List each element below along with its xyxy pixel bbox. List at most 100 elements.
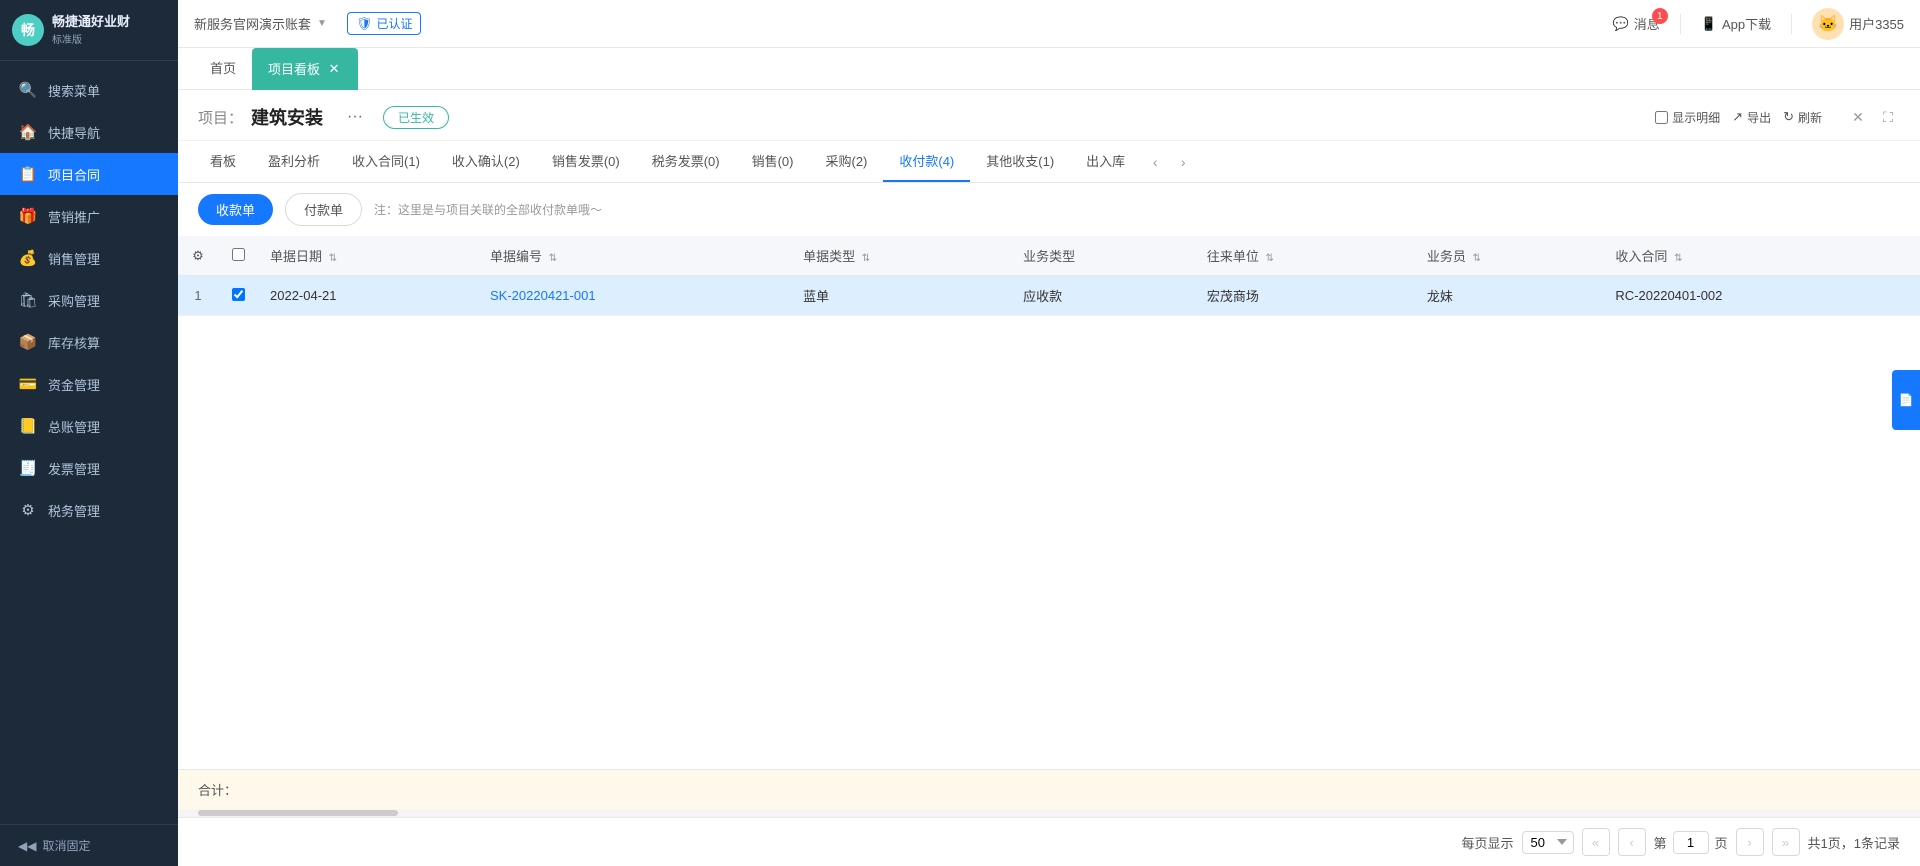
sub-nav-item-purchase[interactable]: 采购(2): [809, 141, 883, 182]
prev-page-button[interactable]: ‹: [1618, 828, 1646, 856]
refresh-label: 刷新: [1798, 109, 1822, 126]
refresh-button[interactable]: ↻ 刷新: [1783, 109, 1822, 126]
scrollbar-thumb[interactable]: [198, 810, 398, 816]
window-close-button[interactable]: ✕: [1846, 105, 1870, 129]
unpin-label: 取消固定: [42, 837, 90, 854]
row-income-contract-cell: RC-20220401-002: [1603, 276, 1920, 316]
row-number-cell[interactable]: SK-20220421-001: [478, 276, 791, 316]
phone-icon: 📱: [1701, 16, 1717, 32]
next-page-button[interactable]: ›: [1736, 828, 1764, 856]
sub-nav-left-arrow[interactable]: ‹: [1141, 148, 1169, 176]
marketing-icon: 🎁: [18, 206, 38, 226]
app-download-button[interactable]: 📱 App下载: [1701, 14, 1771, 33]
sidebar-app-title: 畅捷通好业财: [52, 14, 130, 31]
sidebar-item-marketing[interactable]: 🎁 营销推广: [0, 195, 178, 237]
tab-close-button[interactable]: ✕: [326, 61, 342, 77]
account-selector[interactable]: 新服务官网演示账套 ▼: [194, 14, 327, 33]
message-button[interactable]: 💬 消息 1: [1613, 14, 1660, 33]
ledger-icon: 📒: [18, 416, 38, 436]
partner-header-label: 往来单位: [1207, 249, 1259, 264]
sub-nav-item-income-contract[interactable]: 收入合同(1): [336, 141, 436, 182]
pagination: 每页显示 50 10 20 100 « ‹ 第 页: [178, 817, 1920, 866]
tab-home-label: 首页: [210, 58, 236, 77]
row-date-cell: 2022-04-21: [258, 276, 478, 316]
biz-type-column-header: 业务类型: [1011, 236, 1195, 276]
number-header-label: 单据编号: [490, 249, 542, 264]
horizontal-scrollbar[interactable]: [178, 809, 1920, 817]
last-page-button[interactable]: »: [1772, 828, 1800, 856]
sidebar-item-capital[interactable]: 💳 资金管理: [0, 363, 178, 405]
payment-order-button[interactable]: 付款单: [285, 193, 362, 226]
income-contract-column-header[interactable]: 收入合同 ⇅: [1603, 236, 1920, 276]
row-type-cell: 蓝单: [791, 276, 1011, 316]
checkbox-column-header: [218, 236, 258, 276]
document-number-link[interactable]: SK-20220421-001: [490, 288, 596, 303]
sub-nav-item-profit[interactable]: 盈利分析: [252, 141, 336, 182]
sidebar-item-sales-mgmt[interactable]: 💰 销售管理: [0, 237, 178, 279]
sub-nav-item-sales-invoice[interactable]: 销售发票(0): [536, 141, 636, 182]
right-panel-toggle[interactable]: 📄: [1892, 370, 1920, 430]
settings-column-header[interactable]: ⚙: [178, 236, 218, 276]
sidebar-item-ledger[interactable]: 📒 总账管理: [0, 405, 178, 447]
sub-nav-item-income-confirm[interactable]: 收入确认(2): [436, 141, 536, 182]
table-wrapper: ⚙ 单据日期 ⇅ 单据编号 ⇅: [178, 236, 1920, 769]
collection-order-button[interactable]: 收款单: [198, 194, 273, 225]
type-column-header[interactable]: 单据类型 ⇅: [791, 236, 1011, 276]
inventory-icon: 📦: [18, 332, 38, 352]
sidebar-item-label-project-contract: 项目合同: [48, 165, 100, 184]
sidebar-item-invoice-mgmt[interactable]: 🧾 发票管理: [0, 447, 178, 489]
sub-nav-item-warehouse[interactable]: 出入库: [1070, 141, 1141, 182]
sub-nav-right-arrow[interactable]: ›: [1169, 148, 1197, 176]
sidebar-item-project-contract[interactable]: 📋 项目合同: [0, 153, 178, 195]
first-page-button[interactable]: «: [1582, 828, 1610, 856]
sidebar-footer[interactable]: ◀◀ 取消固定: [0, 824, 178, 866]
page-title: 项目： 建筑安装: [198, 104, 323, 130]
tab-project-board[interactable]: 项目看板 ✕: [252, 48, 358, 90]
salesperson-column-header[interactable]: 业务员 ⇅: [1415, 236, 1604, 276]
sub-nav-item-collection[interactable]: 收付款(4): [883, 141, 970, 182]
page-size-select[interactable]: 50 10 20 100: [1522, 831, 1574, 854]
table-row[interactable]: 1 2022-04-21 SK-20220421-001 蓝单 应收款 宏茂商场…: [178, 276, 1920, 316]
sidebar-item-search[interactable]: 🔍 搜索菜单: [0, 69, 178, 111]
page-content: 项目： 建筑安装 ··· 已生效 显示明细 ↗ 导出 ↻: [178, 90, 1920, 866]
unpin-icon: ◀◀: [18, 839, 36, 853]
show-detail-checkbox[interactable]: 显示明细: [1655, 109, 1720, 126]
tab-project-board-label: 项目看板: [268, 59, 320, 78]
biz-type-header-label: 业务类型: [1023, 249, 1075, 264]
window-expand-button[interactable]: ⛶: [1876, 105, 1900, 129]
user-menu[interactable]: 🐱 用户3355: [1812, 8, 1904, 40]
row-checkbox-cell[interactable]: [218, 276, 258, 316]
more-options-button[interactable]: ···: [339, 106, 371, 128]
topbar-divider-1: [1680, 14, 1681, 34]
sidebar-item-label-marketing: 营销推广: [48, 207, 100, 226]
pagination-current: 第 页: [1654, 831, 1728, 854]
salesperson-header-label: 业务员: [1427, 249, 1466, 264]
sub-nav-item-other-income[interactable]: 其他收支(1): [970, 141, 1070, 182]
sidebar-item-purchase-mgmt[interactable]: 🛍 采购管理: [0, 279, 178, 321]
sidebar-item-tax-mgmt[interactable]: ⚙ 税务管理: [0, 489, 178, 531]
number-sort-icon: ⇅: [549, 253, 557, 264]
export-button[interactable]: ↗ 导出: [1732, 109, 1771, 126]
number-column-header[interactable]: 单据编号 ⇅: [478, 236, 791, 276]
sub-nav-item-kanban[interactable]: 看板: [194, 141, 252, 182]
sidebar-nav: 🔍 搜索菜单 🏠 快捷导航 📋 项目合同 🎁 营销推广 💰 销售管理 🛍 采购管…: [0, 61, 178, 824]
sidebar-item-label-sales-mgmt: 销售管理: [48, 249, 100, 268]
certified-badge: 🛡 已认证: [347, 12, 422, 35]
select-all-checkbox[interactable]: [232, 248, 245, 261]
page-number-input[interactable]: [1673, 831, 1709, 854]
partner-column-header[interactable]: 往来单位 ⇅: [1195, 236, 1415, 276]
sidebar-item-inventory[interactable]: 📦 库存核算: [0, 321, 178, 363]
row-checkbox[interactable]: [232, 288, 245, 301]
page-header: 项目： 建筑安装 ··· 已生效 显示明细 ↗ 导出 ↻: [178, 90, 1920, 141]
invoice-mgmt-icon: 🧾: [18, 458, 38, 478]
sub-nav-item-sales[interactable]: 销售(0): [736, 141, 810, 182]
close-icon: ✕: [329, 61, 340, 77]
date-column-header[interactable]: 单据日期 ⇅: [258, 236, 478, 276]
sub-nav-item-tax-invoice[interactable]: 税务发票(0): [636, 141, 736, 182]
income-contract-header-label: 收入合同: [1615, 249, 1667, 264]
topbar-left: 新服务官网演示账套 ▼ 🛡 已认证: [194, 12, 1613, 35]
sidebar-item-quick-nav[interactable]: 🏠 快捷导航: [0, 111, 178, 153]
tab-home[interactable]: 首页: [194, 48, 252, 90]
avatar: 🐱: [1812, 8, 1844, 40]
show-detail-input[interactable]: [1655, 111, 1668, 124]
